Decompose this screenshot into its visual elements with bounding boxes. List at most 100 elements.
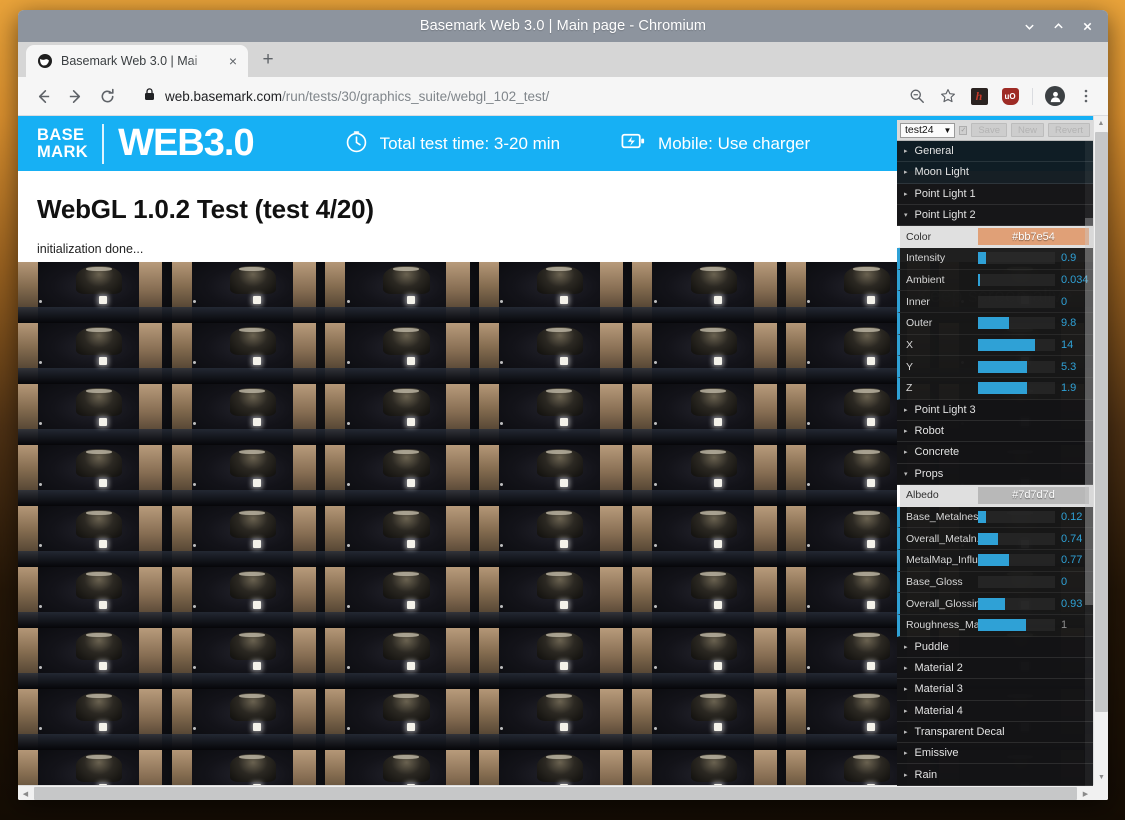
gui-slider-track[interactable] (978, 361, 1055, 373)
minimize-icon[interactable] (1016, 13, 1042, 39)
tile-robot-highlight (853, 389, 879, 393)
gui-slider-track[interactable] (978, 511, 1055, 523)
tile-floor (172, 368, 326, 384)
render-tile (325, 323, 479, 384)
save-button[interactable]: Save (971, 123, 1007, 137)
gui-slider-row-ambient[interactable]: Ambient0.034 (897, 270, 1093, 292)
tile-door-left (632, 750, 652, 785)
vertical-scrollbar[interactable]: ▲ ▼ (1093, 116, 1108, 785)
tile-spark (407, 357, 415, 365)
gui-slider-track[interactable] (978, 296, 1055, 308)
tile-spark (99, 723, 107, 731)
bookmark-star-icon[interactable] (934, 82, 962, 110)
address-bar[interactable]: web.basemark.com/run/tests/30/graphics_s… (132, 82, 895, 110)
gui-slider-row-intensity[interactable]: Intensity0.9 (897, 248, 1093, 270)
gui-color-row-color[interactable]: Color#bb7e54 (897, 226, 1093, 248)
gui-slider-track[interactable] (978, 619, 1055, 631)
extension-h-icon[interactable]: h (965, 82, 993, 110)
tile-robot-highlight (546, 755, 572, 759)
datgui-scroll-thumb[interactable] (1085, 218, 1093, 605)
new-tab-button[interactable]: + (253, 45, 283, 75)
gui-slider-row-overall-metaln-[interactable]: Overall_Metaln...0.74 (897, 528, 1093, 550)
gui-slider-fill (978, 598, 1005, 610)
gui-folder-transparent-decal[interactable]: ▸Transparent Decal (897, 722, 1093, 743)
gui-slider-track[interactable] (978, 576, 1055, 588)
gui-folder-point-light-1[interactable]: ▸Point Light 1 (897, 184, 1093, 205)
profile-avatar-icon[interactable] (1041, 82, 1069, 110)
gui-slider-fill (978, 361, 1027, 373)
gui-slider-row-z[interactable]: Z1.9 (897, 378, 1093, 400)
browser-tab[interactable]: Basemark Web 3.0 | Mai × (26, 45, 248, 77)
gui-slider-track[interactable] (978, 598, 1055, 610)
gui-folder-robot[interactable]: ▸Robot (897, 421, 1093, 442)
zoom-out-icon[interactable] (903, 82, 931, 110)
gui-slider-row-base-gloss[interactable]: Base_Gloss0 (897, 572, 1093, 594)
maximize-icon[interactable] (1045, 13, 1071, 39)
chrome-menu-icon[interactable] (1072, 82, 1100, 110)
gui-slider-track[interactable] (978, 252, 1055, 264)
gui-folder-rain[interactable]: ▸Rain (897, 764, 1093, 785)
tile-floor (325, 734, 479, 750)
close-tab-icon[interactable]: × (224, 52, 242, 70)
gui-slider-row-base-metalness[interactable]: Base_Metalness0.12 (897, 507, 1093, 529)
ublock-origin-icon[interactable]: uO (996, 82, 1024, 110)
gui-slider-row-roughness-ma-[interactable]: Roughness_Ma...1 (897, 615, 1093, 637)
tile-light-dot (500, 483, 503, 486)
gui-slider-track[interactable] (978, 533, 1055, 545)
gui-slider-row-inner[interactable]: Inner0 (897, 291, 1093, 313)
datgui-scrollbar[interactable] (1085, 141, 1093, 786)
auto-place-checkbox[interactable]: ✓ (959, 126, 967, 135)
gui-slider-track[interactable] (978, 339, 1055, 351)
close-icon[interactable] (1074, 13, 1100, 39)
scroll-left-button[interactable]: ◀ (18, 786, 33, 800)
reload-icon[interactable] (92, 81, 122, 111)
horizontal-scroll-thumb[interactable] (34, 787, 1077, 800)
scroll-down-button[interactable]: ▼ (1094, 770, 1108, 785)
tab-title: Basemark Web 3.0 | Mai (61, 54, 216, 68)
gui-slider-track[interactable] (978, 274, 1055, 286)
preset-select[interactable]: test24 ▼ (900, 123, 955, 138)
new-button[interactable]: New (1011, 123, 1044, 137)
gui-folder-moon-light[interactable]: ▸Moon Light (897, 162, 1093, 183)
gui-slider-track[interactable] (978, 317, 1055, 329)
gui-slider-fill (978, 339, 1035, 351)
total-test-time: Total test time: 3-20 min (344, 129, 560, 159)
gui-folder-point-light-3[interactable]: ▸Point Light 3 (897, 400, 1093, 421)
gui-row-label: Inner (900, 296, 978, 308)
tile-robot-highlight (393, 633, 419, 637)
render-tile (172, 262, 326, 323)
gui-folder-material-2[interactable]: ▸Material 2 (897, 658, 1093, 679)
gui-folder-emissive[interactable]: ▸Emissive (897, 743, 1093, 764)
gui-slider-track[interactable] (978, 554, 1055, 566)
render-tile (325, 384, 479, 445)
color-swatch[interactable]: #bb7e54 (978, 228, 1089, 245)
revert-button[interactable]: Revert (1048, 123, 1090, 137)
gui-folder-material-4[interactable]: ▸Material 4 (897, 701, 1093, 722)
gui-folder-point-light-2[interactable]: ▾Point Light 2 (897, 205, 1093, 226)
gui-slider-row-outer[interactable]: Outer9.8 (897, 313, 1093, 335)
render-tile (18, 628, 172, 689)
gui-folder-label: Moon Light (915, 166, 969, 178)
gui-slider-row-y[interactable]: Y5.3 (897, 356, 1093, 378)
gui-slider-fill (978, 252, 986, 264)
gui-color-row-albedo[interactable]: Albedo#7d7d7d (897, 485, 1093, 507)
gui-slider-row-overall-glossin-[interactable]: Overall_Glossin...0.93 (897, 593, 1093, 615)
color-swatch[interactable]: #7d7d7d (978, 487, 1089, 504)
vertical-scroll-thumb[interactable] (1095, 132, 1108, 712)
tile-spark (867, 418, 875, 426)
gui-slider-row-metalmap-influ-[interactable]: MetalMap_Influ...0.77 (897, 550, 1093, 572)
folder-arrow-icon: ▸ (904, 643, 908, 651)
scroll-up-button[interactable]: ▲ (1094, 116, 1108, 131)
gui-folder-general[interactable]: ▸General (897, 141, 1093, 162)
gui-slider-row-x[interactable]: X14 (897, 335, 1093, 357)
forward-icon[interactable] (60, 81, 90, 111)
gui-folder-concrete[interactable]: ▸Concrete (897, 442, 1093, 463)
gui-slider-track[interactable] (978, 382, 1055, 394)
scroll-right-button[interactable]: ▶ (1078, 786, 1093, 800)
back-icon[interactable] (28, 81, 58, 111)
gui-folder-puddle[interactable]: ▸Puddle (897, 637, 1093, 658)
gui-folder-material-3[interactable]: ▸Material 3 (897, 679, 1093, 700)
gui-folder-props[interactable]: ▾Props (897, 464, 1093, 485)
horizontal-scrollbar[interactable]: ◀ ▶ (18, 785, 1093, 800)
tile-floor (325, 551, 479, 567)
